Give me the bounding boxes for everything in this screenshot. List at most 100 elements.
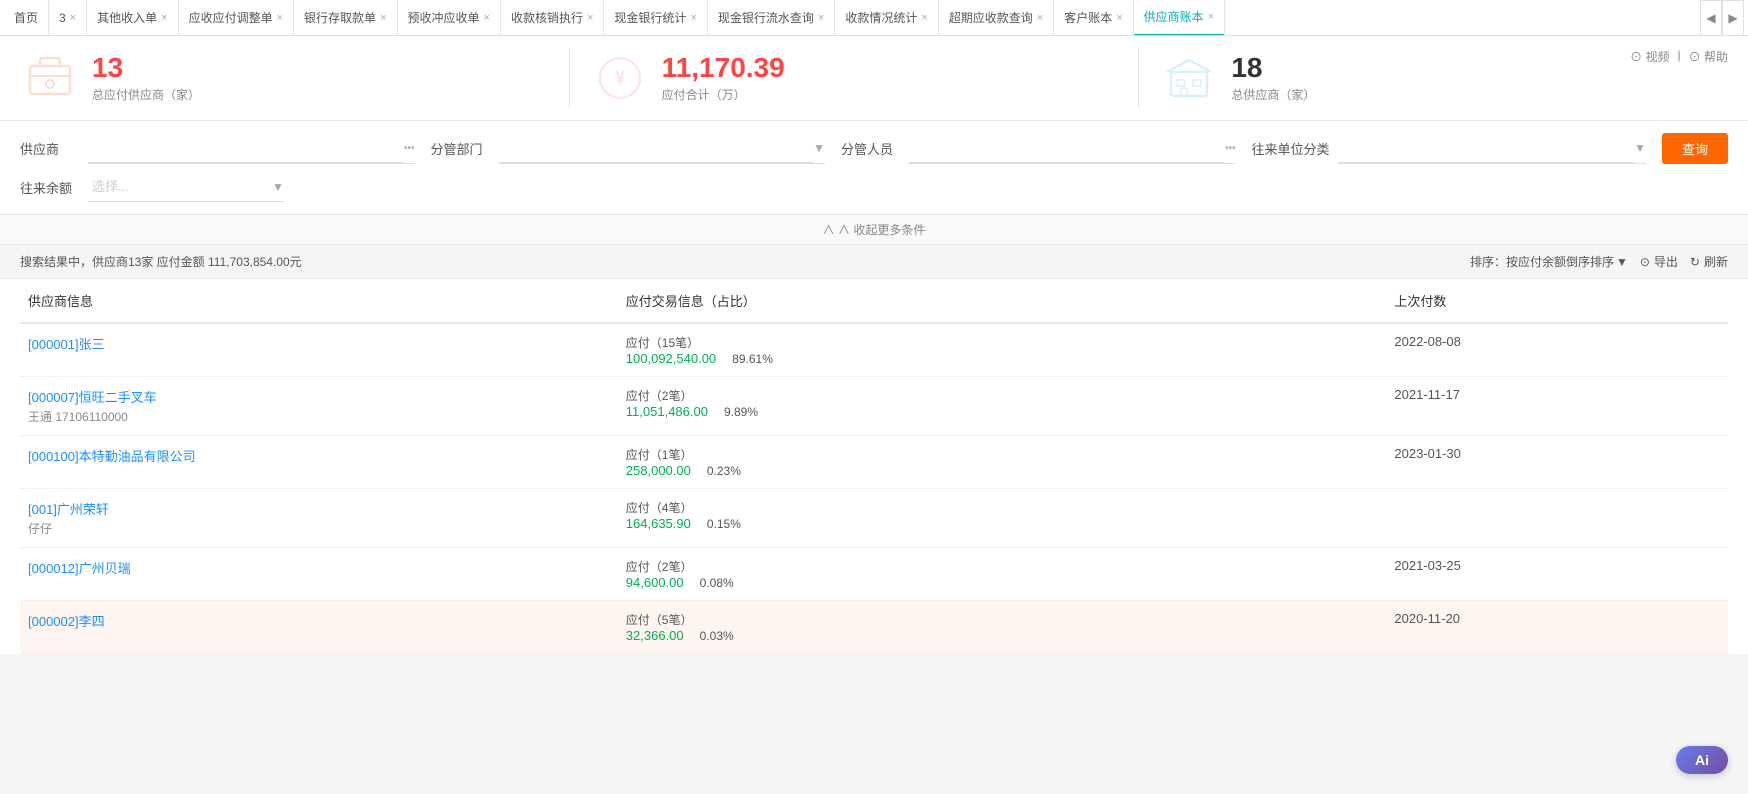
- nav-tab-3[interactable]: 3 ×: [49, 0, 87, 36]
- person-filter: 分管人员 •••: [841, 134, 1236, 164]
- amount-row-2: 258,000.000.23%: [626, 463, 1379, 478]
- dept-select-wrapper: ▼: [499, 134, 826, 164]
- col-header-transaction: 应付交易信息（占比）: [618, 279, 1387, 323]
- supplier-link-2[interactable]: [000100]本特勤油品有限公司: [28, 449, 196, 464]
- results-actions: 排序：按应付余额倒序排序 ▼ ⊙ 导出 ↻ 刷新: [1470, 253, 1728, 270]
- person-input[interactable]: [909, 133, 1225, 163]
- nav-tab-receipt[interactable]: 收款核销执行 ×: [501, 0, 604, 36]
- nav-tab-collection-stat[interactable]: 收款情况统计 ×: [835, 0, 938, 36]
- supplier-link-0[interactable]: [000001]张三: [28, 337, 105, 352]
- nav-tab-prepay[interactable]: 预收冲应收单 ×: [398, 0, 501, 36]
- help-link[interactable]: ⊙ 帮助: [1689, 48, 1728, 65]
- export-button[interactable]: ⊙ 导出: [1640, 253, 1678, 270]
- amount-pct-4: 0.08%: [700, 576, 734, 590]
- balance-input[interactable]: [88, 172, 272, 202]
- nav-tab-customer-ledger[interactable]: 客户账本 ×: [1054, 0, 1133, 36]
- nav-tab-supplier-ledger[interactable]: 供应商账本 ×: [1134, 0, 1225, 36]
- transaction-cell-1: 应付（2笔）11,051,486.009.89%: [618, 377, 1387, 436]
- top-navigation: 首页 3 × 其他收入单 × 应收应付调整单 × 银行存取款单 × 预收冲应收单…: [0, 0, 1748, 36]
- transaction-cell-4: 应付（2笔）94,600.000.08%: [618, 548, 1387, 601]
- close-icon-overdue[interactable]: ×: [1037, 12, 1043, 24]
- category-chevron-icon[interactable]: ▼: [1634, 141, 1646, 155]
- refresh-label: 刷新: [1704, 253, 1728, 270]
- table-row: [000012]广州贝瑞 应付（2笔）94,600.000.08% 2021-03-…: [20, 548, 1728, 601]
- nav-tab-overdue[interactable]: 超期应收款查询 ×: [939, 0, 1054, 36]
- close-icon-collection-stat[interactable]: ×: [921, 12, 927, 24]
- supplier-input[interactable]: [88, 133, 404, 163]
- sort-chevron-icon: ▼: [1616, 255, 1628, 269]
- table-header-row: 供应商信息 应付交易信息（占比） 上次付数: [20, 279, 1728, 323]
- nav-tab-cash-stat[interactable]: 现金银行统计 ×: [604, 0, 707, 36]
- refresh-button[interactable]: ↻ 刷新: [1690, 253, 1728, 270]
- sort-control[interactable]: 排序：按应付余额倒序排序 ▼: [1470, 253, 1628, 270]
- close-icon-receipt[interactable]: ×: [587, 12, 593, 24]
- close-icon-cash-flow[interactable]: ×: [818, 12, 824, 24]
- date-cell-0: 2022-08-08: [1386, 323, 1728, 377]
- supplier-cell-2: [000100]本特勤油品有限公司: [20, 436, 618, 489]
- person-dots-icon[interactable]: •••: [1225, 143, 1236, 154]
- prepay-label: 预收冲应收单: [408, 9, 480, 26]
- close-icon-other-income[interactable]: ×: [161, 12, 167, 24]
- category-select-wrapper: ▼: [1338, 134, 1646, 164]
- filter-area: 供应商 ••• 分管部门 ▼ 分管人员 ••• 往来单位分类 ▼: [0, 121, 1748, 215]
- ai-label: Ai: [1695, 752, 1709, 768]
- other-income-label: 其他收入单: [97, 9, 157, 26]
- ai-badge[interactable]: Ai: [1676, 746, 1728, 774]
- adjustment-label: 应收应付调整单: [189, 9, 273, 26]
- transaction-cell-3: 应付（4笔）164,635.900.15%: [618, 489, 1387, 548]
- date-value-5: 2020-11-20: [1394, 611, 1460, 626]
- results-summary: 搜索结果中，供应商13家 应付金额 111,703,854.00元: [20, 253, 302, 270]
- amount-pct-0: 89.61%: [732, 352, 773, 366]
- supplier-link-4[interactable]: [000012]广州贝瑞: [28, 561, 131, 576]
- date-cell-4: 2021-03-25: [1386, 548, 1728, 601]
- date-value-4: 2021-03-25: [1394, 558, 1461, 573]
- amount-label-3: 应付（4笔）: [626, 499, 1379, 516]
- payable-suppliers-info: 13 总应付供应商（家）: [92, 54, 200, 103]
- balance-chevron-icon[interactable]: ▼: [272, 180, 284, 194]
- table-row: [000100]本特勤油品有限公司 应付（1笔）258,000.000.23% 20…: [20, 436, 1728, 489]
- supplier-link-1[interactable]: [000007]恒旺二手叉车: [28, 390, 157, 405]
- col-header-last-payment: 上次付数: [1386, 279, 1728, 323]
- supplier-sub-1: 王通 17106110000: [28, 408, 610, 425]
- dept-chevron-icon[interactable]: ▼: [813, 141, 825, 155]
- supplier-input-wrapper: •••: [88, 134, 415, 164]
- nav-tab-bank[interactable]: 银行存取款单 ×: [294, 0, 397, 36]
- collapse-icon: ∧: [823, 223, 835, 237]
- supplier-link-5[interactable]: [000002]李四: [28, 614, 105, 629]
- nav-right-arrow[interactable]: ▶: [1722, 0, 1744, 36]
- results-bar: 搜索结果中，供应商13家 应付金额 111,703,854.00元 排序：按应付…: [0, 245, 1748, 279]
- collapse-bar[interactable]: ∧ ∧ 收起更多条件: [0, 215, 1748, 245]
- close-icon-prepay[interactable]: ×: [484, 12, 490, 24]
- balance-label: 往来余额: [20, 178, 80, 197]
- video-link[interactable]: ⊙ 视频: [1630, 48, 1669, 65]
- receipt-label: 收款核销执行: [511, 9, 583, 26]
- table-row: [000002]李四应付（5笔）32,366.000.03%2020-11-20: [20, 601, 1728, 654]
- close-icon-adjustment[interactable]: ×: [277, 12, 283, 24]
- cash-flow-label: 现金银行流水查询: [718, 9, 814, 26]
- nav-tab-cash-flow[interactable]: 现金银行流水查询 ×: [708, 0, 835, 36]
- supplier-link-3[interactable]: [001]广州荣轩: [28, 502, 109, 517]
- dept-input[interactable]: [499, 133, 814, 163]
- collapse-label: ∧ 收起更多条件: [838, 223, 925, 237]
- close-icon-customer-ledger[interactable]: ×: [1116, 12, 1122, 24]
- query-button[interactable]: 查询: [1662, 133, 1728, 164]
- category-input[interactable]: [1338, 133, 1635, 163]
- amount-label-2: 应付（1笔）: [626, 446, 1379, 463]
- date-cell-5: 2020-11-20: [1386, 601, 1728, 654]
- close-icon-supplier-ledger[interactable]: ×: [1208, 11, 1214, 23]
- sort-label: 排序：按应付余额倒序排序: [1470, 253, 1614, 270]
- close-icon-3[interactable]: ×: [70, 12, 76, 24]
- bank-label: 银行存取款单: [304, 9, 376, 26]
- nav-tab-home[interactable]: 首页: [4, 0, 49, 36]
- supplier-cell-4: [000012]广州贝瑞: [20, 548, 618, 601]
- close-icon-cash-stat[interactable]: ×: [690, 12, 696, 24]
- total-suppliers-block: 18 总供应商（家）: [1159, 48, 1708, 108]
- nav-left-arrow[interactable]: ◀: [1700, 0, 1722, 36]
- close-icon-bank[interactable]: ×: [380, 12, 386, 24]
- supplier-cell-0: [000001]张三: [20, 323, 618, 377]
- supplier-table: 供应商信息 应付交易信息（占比） 上次付数 [000001]张三应付（15笔）1…: [20, 279, 1728, 654]
- supplier-dots-icon[interactable]: •••: [404, 143, 415, 154]
- nav-tab-other-income[interactable]: 其他收入单 ×: [87, 0, 178, 36]
- date-value-2: 2023-01-30: [1394, 446, 1461, 461]
- nav-tab-adjustment[interactable]: 应收应付调整单 ×: [179, 0, 294, 36]
